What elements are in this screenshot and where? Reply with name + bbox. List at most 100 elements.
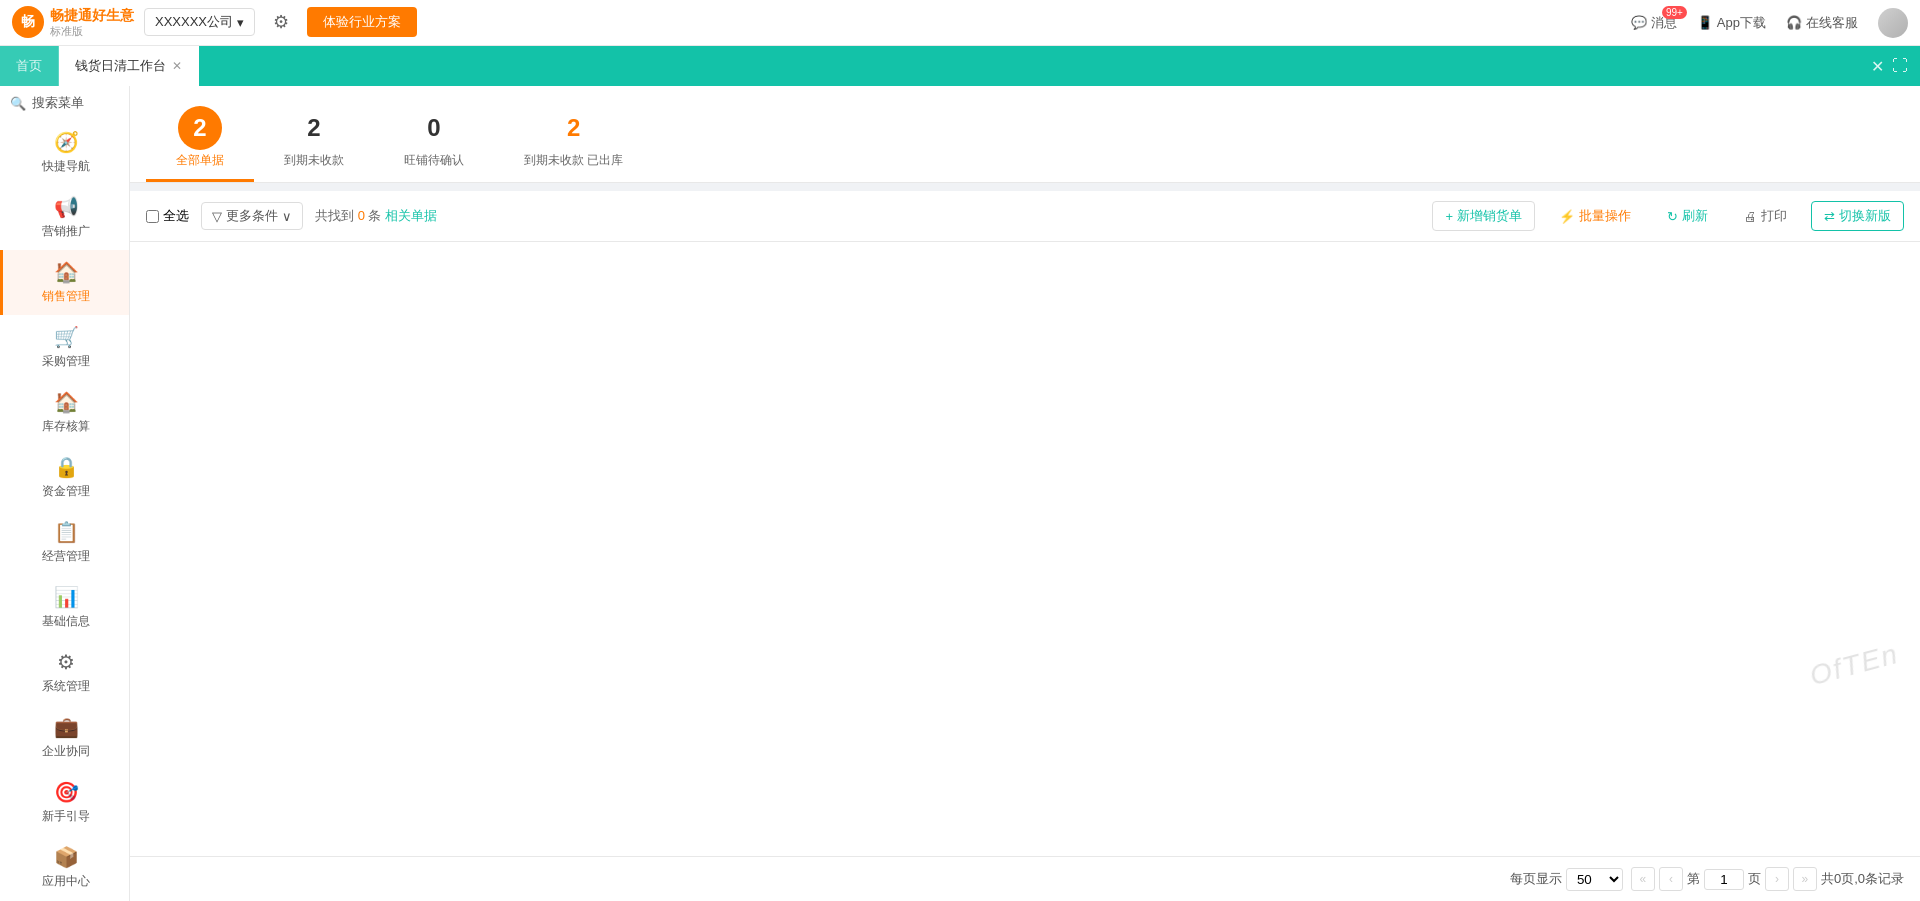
sidebar-item-purchase[interactable]: 🛒 采购管理 xyxy=(0,315,129,380)
add-sales-order-button[interactable]: + 新增销货单 xyxy=(1432,201,1535,231)
refresh-label: 刷新 xyxy=(1682,207,1708,225)
app-subtitle: 标准版 xyxy=(50,24,134,38)
close-tab-icon[interactable]: ✕ xyxy=(172,59,182,73)
message-badge: 99+ xyxy=(1662,6,1687,19)
minimize-icon[interactable]: ✕ xyxy=(1871,57,1884,76)
avatar[interactable] xyxy=(1878,8,1908,38)
page-size-select-input[interactable]: 50 100 200 xyxy=(1566,868,1623,891)
system-icon: ⚙ xyxy=(57,650,75,674)
sidebar-label-enterprise: 企业协同 xyxy=(42,743,90,760)
prev-page-button[interactable]: ‹ xyxy=(1659,867,1683,891)
sidebar-item-system[interactable]: ⚙ 系统管理 xyxy=(0,640,129,705)
refresh-button[interactable]: ↻ 刷新 xyxy=(1655,202,1720,230)
inventory-icon: 🏠 xyxy=(54,390,79,414)
sidebar-item-marketing[interactable]: 📢 营销推广 xyxy=(0,185,129,250)
sidebar-label-finance: 资金管理 xyxy=(42,483,90,500)
print-label: 打印 xyxy=(1761,207,1787,225)
stat-tab-overdue[interactable]: 2 到期未收款 xyxy=(254,98,374,182)
stat-label-shipped: 到期未收款 已出库 xyxy=(524,152,623,169)
home-tab-label: 首页 xyxy=(16,57,42,75)
found-link[interactable]: 相关单据 xyxy=(385,208,437,223)
filter-icon: ▽ xyxy=(212,209,222,224)
sidebar-item-sales[interactable]: 🏠 销售管理 xyxy=(0,250,129,315)
app-center-icon: 📦 xyxy=(54,845,79,869)
company-selector[interactable]: XXXXXX公司 ▾ xyxy=(144,8,255,36)
company-name: XXXXXX公司 xyxy=(155,13,233,31)
nav-tabs: 首页 钱货日清工作台 ✕ ✕ ⛶ xyxy=(0,46,1920,86)
first-page-button[interactable]: « xyxy=(1631,867,1655,891)
stat-num-shipped: 2 xyxy=(552,106,596,150)
finance-icon: 🔒 xyxy=(54,455,79,479)
sidebar-item-finance[interactable]: 🔒 资金管理 xyxy=(0,445,129,510)
app-title: 畅捷通好生意 xyxy=(50,6,134,24)
found-count: 0 xyxy=(358,208,365,223)
total-records: 共0页,0条记录 xyxy=(1821,870,1904,888)
add-icon: + xyxy=(1445,209,1453,224)
headset-icon: 🎧 xyxy=(1786,15,1802,30)
sidebar-item-newbie[interactable]: 🎯 新手引导 xyxy=(0,770,129,835)
page-size-selector: 每页显示 50 100 200 xyxy=(1510,868,1623,891)
filter-button[interactable]: ▽ 更多条件 ∨ xyxy=(201,202,303,230)
search-menu[interactable]: 🔍 搜索菜单 xyxy=(0,86,129,120)
found-text: 共找到 0 条 相关单据 xyxy=(315,207,437,225)
table-area xyxy=(130,242,1920,856)
tab-work-bench[interactable]: 钱货日清工作台 ✕ xyxy=(59,46,199,86)
next-page-button[interactable]: › xyxy=(1765,867,1789,891)
stat-tab-shipped[interactable]: 2 到期未收款 已出库 xyxy=(494,98,653,182)
sales-icon: 🏠 xyxy=(54,260,79,284)
checkbox-input[interactable] xyxy=(146,210,159,223)
nav-tab-actions: ✕ ⛶ xyxy=(1859,57,1920,76)
add-btn-label: 新增销货单 xyxy=(1457,207,1522,225)
chevron-down-icon: ▾ xyxy=(237,15,244,30)
app-download-item[interactable]: 📱 App下载 xyxy=(1697,14,1766,32)
page-number-input[interactable]: 1 xyxy=(1704,869,1744,890)
stat-label-overdue: 到期未收款 xyxy=(284,152,344,169)
found-unit: 条 xyxy=(368,208,381,223)
sidebar: 🔍 搜索菜单 🧭 快捷导航 📢 营销推广 🏠 销售管理 🛒 采购管理 🏠 库存核… xyxy=(0,86,130,901)
stat-tab-all[interactable]: 2 全部单据 xyxy=(146,98,254,182)
header-right: 💬 消息 99+ 📱 App下载 🎧 在线客服 xyxy=(1631,8,1908,38)
message-item[interactable]: 💬 消息 99+ xyxy=(1631,14,1677,32)
operation-icon: 📋 xyxy=(54,520,79,544)
sidebar-label-marketing: 营销推广 xyxy=(42,223,90,240)
settings-icon[interactable]: ⚙ xyxy=(265,6,297,38)
last-page-button[interactable]: » xyxy=(1793,867,1817,891)
stat-num-all: 2 xyxy=(178,106,222,150)
sidebar-label-newbie: 新手引导 xyxy=(42,808,90,825)
logo-icon: 畅 xyxy=(12,6,44,38)
batch-icon: ⚡ xyxy=(1559,209,1575,224)
print-icon: 🖨 xyxy=(1744,209,1757,224)
tab-home[interactable]: 首页 xyxy=(0,46,59,86)
sidebar-item-app-center[interactable]: 📦 应用中心 xyxy=(0,835,129,900)
sidebar-label-inventory: 库存核算 xyxy=(42,418,90,435)
basic-info-icon: 📊 xyxy=(54,585,79,609)
dropdown-icon: ∨ xyxy=(282,209,292,224)
batch-operation-button[interactable]: ⚡ 批量操作 xyxy=(1547,202,1643,230)
page-suffix: 页 xyxy=(1748,870,1761,888)
app-download-label: App下载 xyxy=(1717,14,1766,32)
toolbar-right: + 新增销货单 ⚡ 批量操作 ↻ 刷新 🖨 打印 ⇄ 切换新版 xyxy=(1432,201,1904,231)
online-service-item[interactable]: 🎧 在线客服 xyxy=(1786,14,1858,32)
sidebar-item-operation[interactable]: 📋 经营管理 xyxy=(0,510,129,575)
page-navigation: « ‹ 第 1 页 › » 共0页,0条记录 xyxy=(1631,867,1904,891)
compass-icon: 🧭 xyxy=(54,130,79,154)
maximize-icon[interactable]: ⛶ xyxy=(1892,57,1908,75)
switch-version-button[interactable]: ⇄ 切换新版 xyxy=(1811,201,1904,231)
trial-button[interactable]: 体验行业方案 xyxy=(307,7,417,37)
search-menu-label: 搜索菜单 xyxy=(32,94,84,112)
sidebar-item-inventory[interactable]: 🏠 库存核算 xyxy=(0,380,129,445)
refresh-icon: ↻ xyxy=(1667,209,1678,224)
purchase-icon: 🛒 xyxy=(54,325,79,349)
stat-tab-wangpu[interactable]: 0 旺铺待确认 xyxy=(374,98,494,182)
sidebar-item-enterprise[interactable]: 💼 企业协同 xyxy=(0,705,129,770)
message-icon: 💬 xyxy=(1631,15,1647,30)
newbie-icon: 🎯 xyxy=(54,780,79,804)
print-button[interactable]: 🖨 打印 xyxy=(1732,202,1799,230)
sidebar-label-basic-info: 基础信息 xyxy=(42,613,90,630)
online-service-label: 在线客服 xyxy=(1806,14,1858,32)
sidebar-item-quick-nav[interactable]: 🧭 快捷导航 xyxy=(0,120,129,185)
sidebar-item-basic-info[interactable]: 📊 基础信息 xyxy=(0,575,129,640)
toolbar: 全选 ▽ 更多条件 ∨ 共找到 0 条 相关单据 + 新增销货单 xyxy=(130,191,1920,242)
found-prefix: 共找到 xyxy=(315,208,354,223)
select-all-checkbox[interactable]: 全选 xyxy=(146,207,189,225)
